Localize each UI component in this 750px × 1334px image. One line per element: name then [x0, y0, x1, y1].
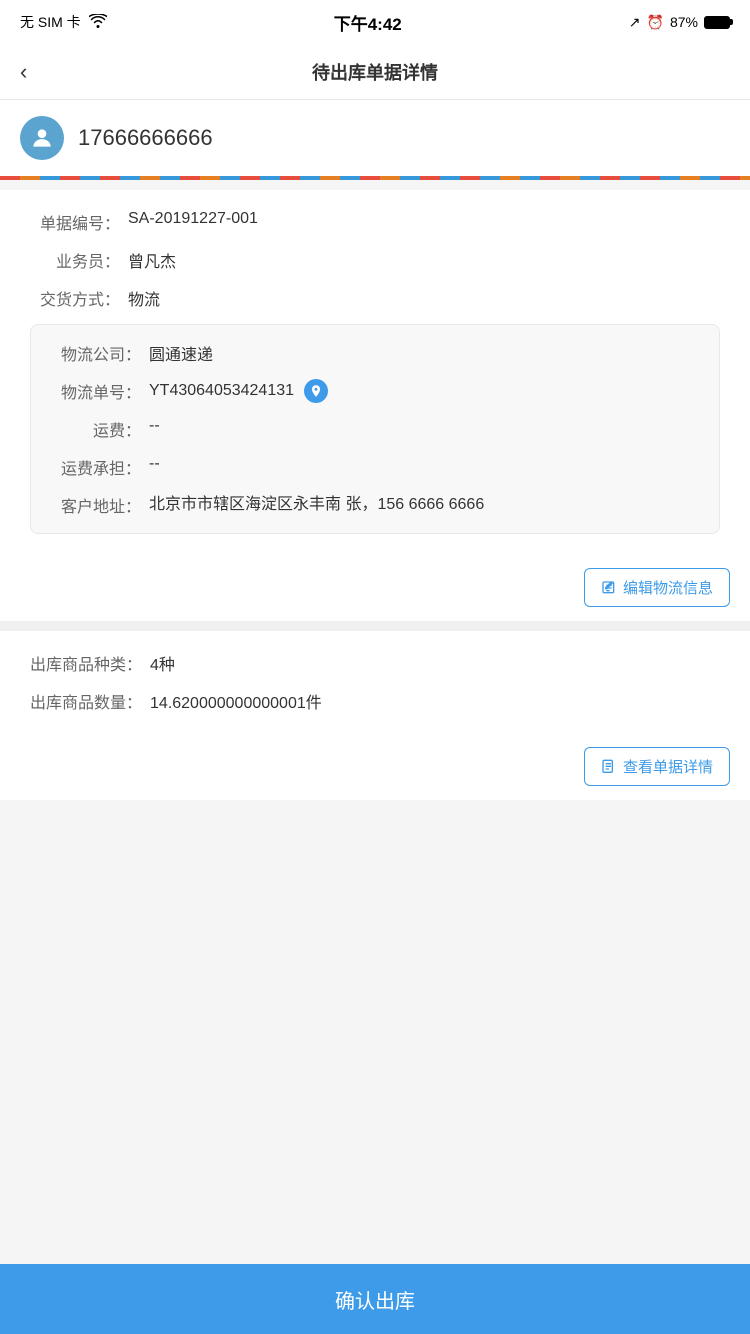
logistics-company-label: 物流公司：: [51, 341, 141, 365]
tracking-location-icon[interactable]: [304, 379, 328, 403]
salesperson-value: 曾凡杰: [128, 248, 720, 272]
salesperson-row: 业务员： 曾凡杰: [30, 248, 720, 272]
edit-btn-container: 编辑物流信息: [0, 554, 750, 621]
delivery-method-row: 交货方式： 物流: [30, 286, 720, 310]
view-details-label: 查看单据详情: [623, 756, 713, 777]
status-time: 下午4:42: [334, 10, 402, 35]
status-left: 无 SIM 卡: [20, 12, 107, 32]
goods-types-row: 出库商品种类： 4种: [30, 651, 720, 675]
avatar: [20, 116, 64, 160]
goods-section: 出库商品种类： 4种 出库商品数量： 14.620000000000001件: [0, 631, 750, 733]
edit-icon: [601, 580, 617, 596]
delivery-method-value: 物流: [128, 286, 720, 310]
section-divider: [0, 621, 750, 631]
goods-quantity-value: 14.620000000000001件: [150, 689, 720, 713]
customer-phone: 17666666666: [78, 125, 213, 151]
bottom-bar: 确认出库: [0, 1264, 750, 1334]
edit-logistics-label: 编辑物流信息: [623, 577, 713, 598]
status-right: ↗ ⏰ 87%: [629, 14, 730, 31]
view-details-button[interactable]: 查看单据详情: [584, 747, 730, 786]
status-bar: 无 SIM 卡 下午4:42 ↗ ⏰ 87%: [0, 0, 750, 44]
color-divider: [0, 176, 750, 180]
freight-bearer-value: --: [149, 455, 699, 473]
nav-bar: ‹ 待出库单据详情: [0, 44, 750, 100]
customer-header: 17666666666: [0, 100, 750, 176]
freight-row: 运费： --: [51, 417, 699, 441]
freight-bearer-row: 运费承担： --: [51, 455, 699, 479]
address-row: 客户地址： 北京市市辖区海淀区永丰南 张，156 6666 6666: [51, 493, 699, 517]
logistics-company-value: 圆通速递: [149, 341, 699, 365]
battery-percent: 87%: [670, 14, 698, 30]
address-label: 客户地址：: [51, 493, 141, 517]
logistics-company-row: 物流公司： 圆通速递: [51, 341, 699, 365]
wifi-icon: [89, 14, 107, 31]
logistics-card: 物流公司： 圆通速递 物流单号： YT43064053424131 运费： --: [30, 324, 720, 534]
goods-types-value: 4种: [150, 651, 720, 675]
order-info-section: 单据编号： SA-20191227-001 业务员： 曾凡杰 交货方式： 物流 …: [0, 190, 750, 554]
goods-types-label: 出库商品种类：: [30, 651, 142, 675]
view-btn-container: 查看单据详情: [0, 733, 750, 800]
order-number-label: 单据编号：: [30, 210, 120, 234]
salesperson-label: 业务员：: [30, 248, 120, 272]
address-value: 北京市市辖区海淀区永丰南 张，156 6666 6666: [149, 493, 699, 517]
order-number-value: SA-20191227-001: [128, 210, 720, 228]
goods-quantity-label: 出库商品数量：: [30, 689, 142, 713]
page-title: 待出库单据详情: [312, 59, 438, 85]
logistics-tracking-label: 物流单号：: [51, 379, 141, 403]
empty-space: [0, 800, 750, 1000]
freight-label: 运费：: [51, 417, 141, 441]
alarm-icon: ⏰: [647, 14, 664, 31]
carrier-label: 无 SIM 卡: [20, 12, 81, 32]
tracking-number-text: YT43064053424131: [149, 382, 294, 400]
freight-value: --: [149, 417, 699, 435]
confirm-outbound-button[interactable]: 确认出库: [0, 1264, 750, 1334]
logistics-tracking-row: 物流单号： YT43064053424131: [51, 379, 699, 403]
battery-icon: [704, 16, 730, 29]
delivery-method-label: 交货方式：: [30, 286, 120, 310]
freight-bearer-label: 运费承担：: [51, 455, 141, 479]
order-number-row: 单据编号： SA-20191227-001: [30, 210, 720, 234]
goods-quantity-row: 出库商品数量： 14.620000000000001件: [30, 689, 720, 713]
edit-logistics-button[interactable]: 编辑物流信息: [584, 568, 730, 607]
document-icon: [601, 759, 617, 775]
location-service-icon: ↗: [629, 14, 641, 31]
main-content: 17666666666 单据编号： SA-20191227-001 业务员： 曾…: [0, 100, 750, 1070]
back-button[interactable]: ‹: [12, 51, 35, 93]
logistics-tracking-value: YT43064053424131: [149, 379, 699, 403]
